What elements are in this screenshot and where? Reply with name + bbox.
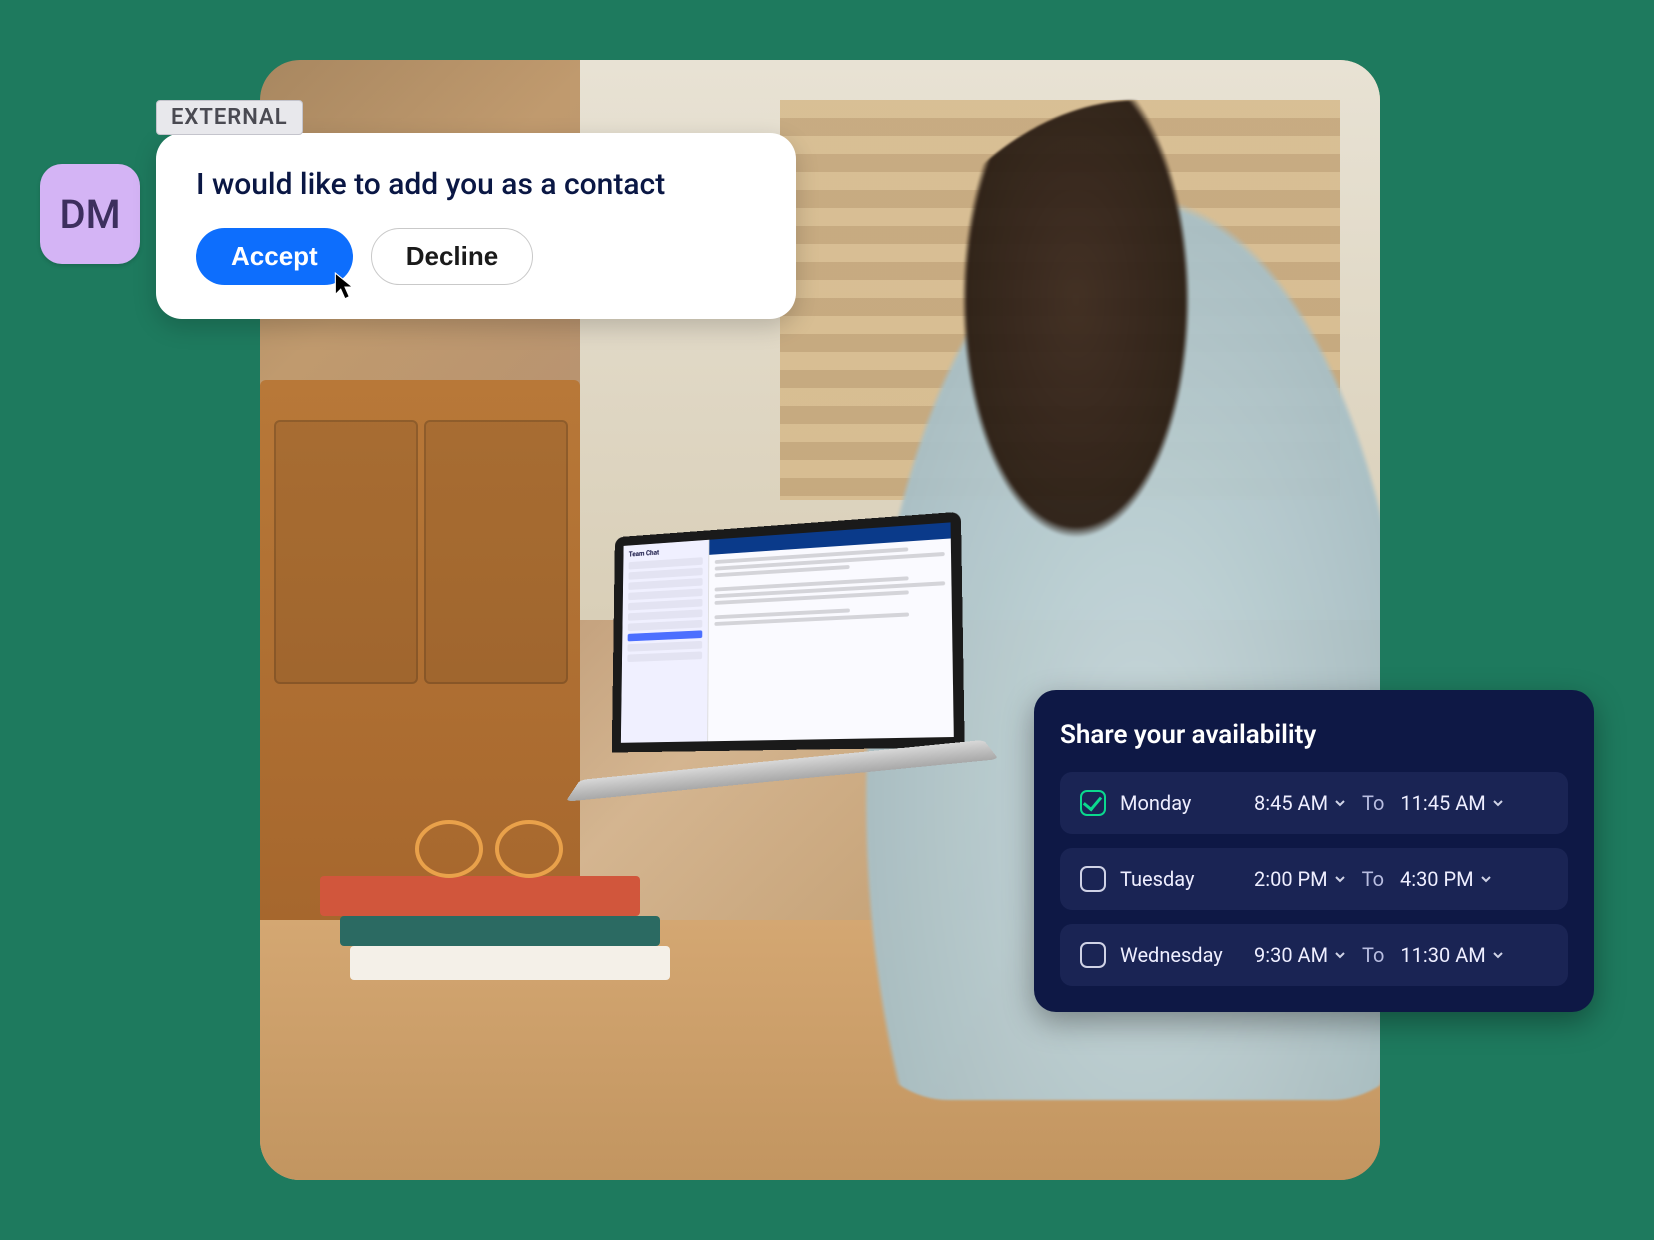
chevron-down-icon [1480,873,1492,885]
books-stack [320,860,700,980]
sidebar-row [628,620,703,631]
availability-panel: Share your availability Monday 8:45 AM T… [1034,690,1594,1012]
to-label: To [1362,943,1384,967]
book [350,946,670,980]
contact-message: I would like to add you as a contact [196,167,752,202]
book [320,876,640,916]
chevron-down-icon [1334,949,1346,961]
chevron-down-icon [1492,949,1504,961]
to-label: To [1362,791,1384,815]
start-time-select[interactable]: 2:00 PM [1254,867,1346,891]
start-time-value: 9:30 AM [1254,943,1328,967]
checkbox-tuesday[interactable] [1080,866,1106,892]
availability-title: Share your availability [1060,720,1568,750]
start-time-value: 2:00 PM [1254,867,1328,891]
day-label: Monday [1120,791,1240,815]
book [340,916,660,946]
availability-row-monday: Monday 8:45 AM To 11:45 AM [1060,772,1568,834]
contact-card: EXTERNAL I would like to add you as a co… [156,100,796,319]
decline-button[interactable]: Decline [371,228,534,285]
chevron-down-icon [1334,873,1346,885]
sidebar-row [628,609,703,620]
avatar-initials: DM [59,191,120,238]
day-label: Tuesday [1120,867,1240,891]
availability-row-wednesday: Wednesday 9:30 AM To 11:30 AM [1060,924,1568,986]
contact-request-card: DM EXTERNAL I would like to add you as a… [40,100,796,319]
end-time-value: 4:30 PM [1400,867,1474,891]
external-badge: EXTERNAL [156,100,303,135]
start-time-value: 8:45 AM [1254,791,1328,815]
day-label: Wednesday [1120,943,1240,967]
avatar: DM [40,164,140,264]
end-time-select[interactable]: 4:30 PM [1400,867,1492,891]
app-content [709,538,952,634]
start-time-select[interactable]: 8:45 AM [1254,791,1346,815]
laptop-screen: Team Chat [612,512,965,753]
sidebar-row [628,599,703,611]
end-time-select[interactable]: 11:45 AM [1400,791,1503,815]
laptop-screen-inner: Team Chat [621,522,954,742]
chevron-down-icon [1334,797,1346,809]
accept-button[interactable]: Accept [196,228,353,285]
sidebar-row [627,651,702,662]
end-time-select[interactable]: 11:30 AM [1400,943,1503,967]
checkbox-wednesday[interactable] [1080,942,1106,968]
app-sidebar: Team Chat [621,540,710,743]
availability-row-tuesday: Tuesday 2:00 PM To 4:30 PM [1060,848,1568,910]
end-time-value: 11:45 AM [1400,791,1485,815]
end-time-value: 11:30 AM [1400,943,1485,967]
sidebar-row-active [628,630,703,641]
chevron-down-icon [1492,797,1504,809]
start-time-select[interactable]: 9:30 AM [1254,943,1346,967]
checkbox-monday[interactable] [1080,790,1106,816]
app-main [708,522,954,741]
app-sidebar-title: Team Chat [629,546,703,559]
laptop: Team Chat [570,520,970,800]
eyeglasses [415,816,565,876]
contact-bubble: I would like to add you as a contact Acc… [156,133,796,319]
sidebar-row [627,641,702,652]
to-label: To [1362,867,1384,891]
contact-actions: Accept Decline [196,228,752,285]
